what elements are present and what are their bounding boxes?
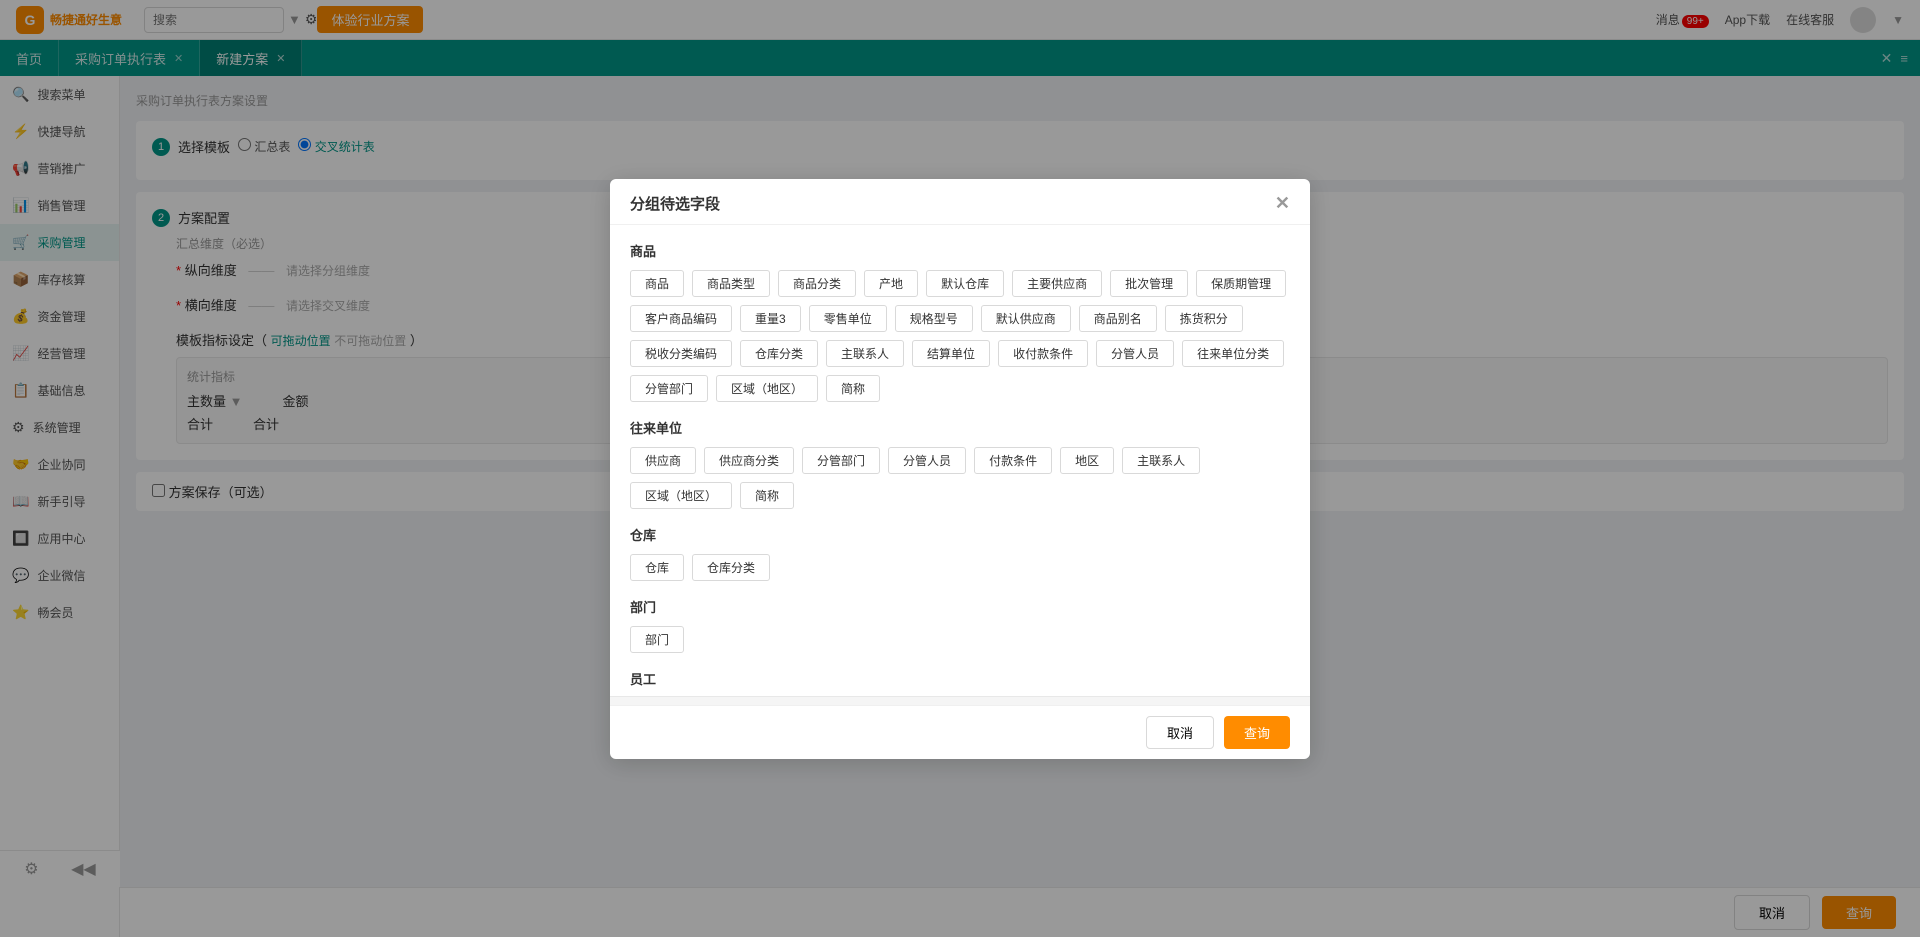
field-tag-main-supplier[interactable]: 主要供应商 bbox=[1012, 270, 1102, 297]
modal-header: 分组待选字段 ✕ bbox=[610, 179, 1310, 225]
field-tag-short-name-goods[interactable]: 简称 bbox=[826, 375, 880, 402]
section-title-employee: 员工 bbox=[630, 669, 1290, 688]
field-tag-dept-managed[interactable]: 分管部门 bbox=[630, 375, 708, 402]
modal-body: 商品 商品 商品类型 商品分类 产地 默认仓库 主要供应商 批次管理 保质期管理… bbox=[610, 225, 1310, 696]
field-select-modal: 分组待选字段 ✕ 商品 商品 商品类型 商品分类 产地 默认仓库 主要供应商 批… bbox=[610, 179, 1310, 759]
section-title-goods: 商品 bbox=[630, 241, 1290, 260]
field-tags-goods: 商品 商品类型 商品分类 产地 默认仓库 主要供应商 批次管理 保质期管理 客户… bbox=[630, 270, 1290, 402]
section-title-partner: 往来单位 bbox=[630, 418, 1290, 437]
field-tag-manager[interactable]: 分管人员 bbox=[1096, 340, 1174, 367]
field-tag-main-contact-partner[interactable]: 主联系人 bbox=[1122, 447, 1200, 474]
field-tag-goods-type[interactable]: 商品类型 bbox=[692, 270, 770, 297]
modal-hscroll[interactable] bbox=[610, 696, 1310, 705]
field-tag-warehouse-category[interactable]: 仓库分类 bbox=[740, 340, 818, 367]
field-tag-warehouse[interactable]: 仓库 bbox=[630, 554, 684, 581]
field-tags-dept: 部门 bbox=[630, 626, 1290, 653]
field-tag-region-area-partner[interactable]: 区域（地区） bbox=[630, 482, 732, 509]
field-tag-batch-mgmt[interactable]: 批次管理 bbox=[1110, 270, 1188, 297]
field-tag-region-partner[interactable]: 地区 bbox=[1060, 447, 1114, 474]
field-tag-short-name-partner[interactable]: 简称 bbox=[740, 482, 794, 509]
field-tag-goods-category[interactable]: 商品分类 bbox=[778, 270, 856, 297]
section-title-warehouse: 仓库 bbox=[630, 525, 1290, 544]
field-tag-partner-manager[interactable]: 分管人员 bbox=[888, 447, 966, 474]
modal-footer: 取消 查询 bbox=[610, 705, 1310, 759]
modal-confirm-btn[interactable]: 查询 bbox=[1224, 716, 1290, 749]
field-tag-expiry-mgmt[interactable]: 保质期管理 bbox=[1196, 270, 1286, 297]
field-tag-tax-code[interactable]: 税收分类编码 bbox=[630, 340, 732, 367]
field-tag-supplier[interactable]: 供应商 bbox=[630, 447, 696, 474]
field-tags-warehouse: 仓库 仓库分类 bbox=[630, 554, 1290, 581]
field-tag-payment-terms[interactable]: 收付款条件 bbox=[998, 340, 1088, 367]
field-tag-partner-category[interactable]: 往来单位分类 bbox=[1182, 340, 1284, 367]
modal-title: 分组待选字段 bbox=[630, 193, 720, 214]
field-tag-partner-dept[interactable]: 分管部门 bbox=[802, 447, 880, 474]
field-tag-main-contact[interactable]: 主联系人 bbox=[826, 340, 904, 367]
field-tags-partner: 供应商 供应商分类 分管部门 分管人员 付款条件 地区 主联系人 区域（地区） … bbox=[630, 447, 1290, 509]
field-tag-customer-code[interactable]: 客户商品编码 bbox=[630, 305, 732, 332]
field-tag-goods-alias[interactable]: 商品别名 bbox=[1079, 305, 1157, 332]
field-tag-warehouse-type[interactable]: 仓库分类 bbox=[692, 554, 770, 581]
section-title-dept: 部门 bbox=[630, 597, 1290, 616]
field-tag-region-goods[interactable]: 区域（地区） bbox=[716, 375, 818, 402]
field-tag-pick-points[interactable]: 拣货积分 bbox=[1165, 305, 1243, 332]
field-tag-supplier-category[interactable]: 供应商分类 bbox=[704, 447, 794, 474]
field-tag-default-supplier[interactable]: 默认供应商 bbox=[981, 305, 1071, 332]
field-tag-retail-unit[interactable]: 零售单位 bbox=[809, 305, 887, 332]
field-tag-goods[interactable]: 商品 bbox=[630, 270, 684, 297]
field-tag-settlement-unit[interactable]: 结算单位 bbox=[912, 340, 990, 367]
field-tag-spec-model[interactable]: 规格型号 bbox=[895, 305, 973, 332]
modal-close-btn[interactable]: ✕ bbox=[1275, 194, 1290, 212]
field-tag-dept[interactable]: 部门 bbox=[630, 626, 684, 653]
field-tag-weight3[interactable]: 重量3 bbox=[740, 305, 801, 332]
field-tag-default-warehouse[interactable]: 默认仓库 bbox=[926, 270, 1004, 297]
modal-cancel-btn[interactable]: 取消 bbox=[1146, 716, 1214, 749]
field-tag-payment-condition[interactable]: 付款条件 bbox=[974, 447, 1052, 474]
modal-overlay: 分组待选字段 ✕ 商品 商品 商品类型 商品分类 产地 默认仓库 主要供应商 批… bbox=[0, 0, 1920, 937]
field-tag-origin[interactable]: 产地 bbox=[864, 270, 918, 297]
